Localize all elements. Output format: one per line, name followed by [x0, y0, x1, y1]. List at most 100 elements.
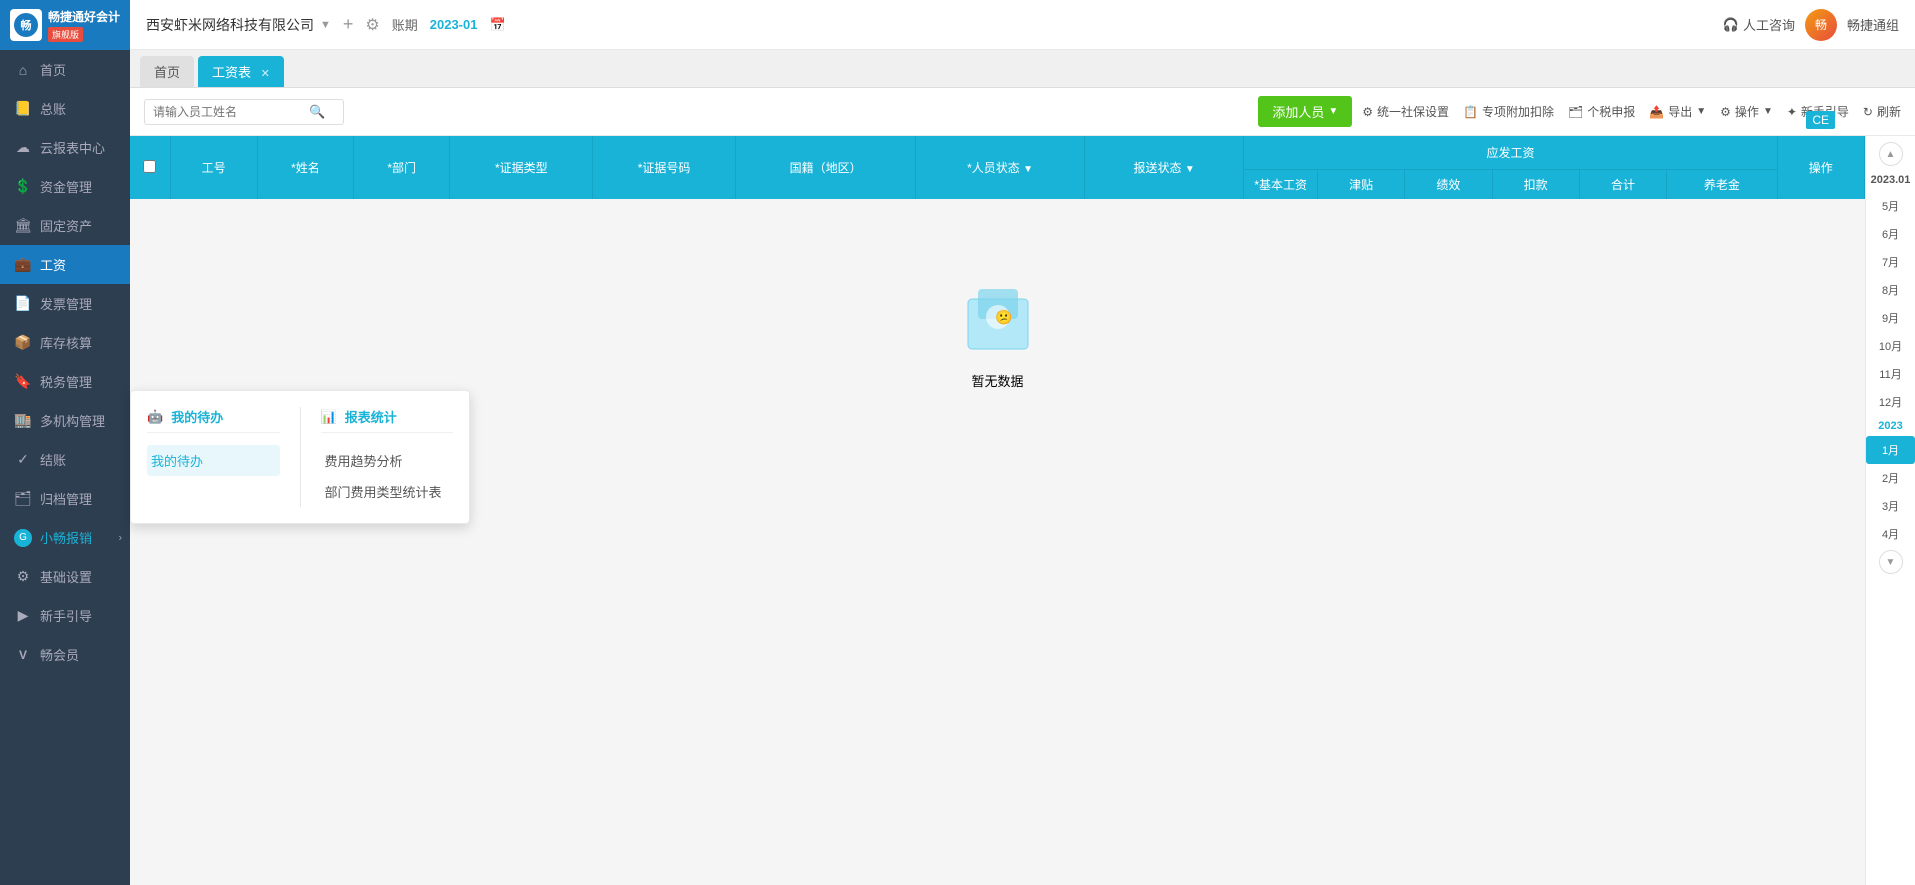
sidebar: 畅 畅捷通好会计 旗舰版 ⌂ 首页 📒 总账 ☁ 云报表中心 💲 资金管理 🏛 …	[0, 0, 130, 885]
sidebar-item-cloud-reports[interactable]: ☁ 云报表中心	[0, 128, 130, 167]
sidebar-item-label: 发票管理	[40, 294, 92, 313]
period-1[interactable]: 1月	[1866, 436, 1915, 464]
select-all-checkbox[interactable]	[143, 160, 156, 173]
sidebar-item-tax[interactable]: 🔖 税务管理	[0, 362, 130, 401]
star-icon: ✦	[1787, 105, 1797, 119]
headphone-icon: 🎧	[1723, 17, 1739, 33]
refresh-icon: ↻	[1863, 105, 1873, 119]
sidebar-item-home[interactable]: ⌂ 首页	[0, 50, 130, 89]
add-person-button[interactable]: 添加人员 ▼	[1258, 96, 1352, 127]
header-actions: 🎧 人工咨询 畅 畅捷通组	[1723, 9, 1899, 41]
period-5[interactable]: 5月	[1866, 192, 1915, 220]
period-label: 账期	[392, 15, 418, 34]
user-name: 畅捷通组	[1847, 15, 1899, 34]
sidebar-item-basic-settings[interactable]: ⚙ 基础设置	[0, 557, 130, 596]
settings-icon: ⚙	[14, 568, 32, 585]
org-icon: 🏬	[14, 412, 32, 429]
top-header: 西安虾米网络科技有限公司 ▼ + ⚙ 账期 2023-01 📅 🎧 人工咨询 畅…	[130, 0, 1915, 50]
dropdown-item-dept-expense[interactable]: 部门费用类型统计表	[321, 476, 454, 507]
app-logo[interactable]: 畅 畅捷通好会计 旗舰版	[0, 0, 130, 50]
export-btn[interactable]: 📤 导出 ▼	[1649, 103, 1706, 120]
table-header-row: 工号 *姓名 *部门 *证据类型 *证据号码 国籍（地区） *人员状态 ▼	[130, 136, 1865, 170]
dropdown-item-my-todo[interactable]: 我的待办	[147, 445, 280, 476]
inventory-icon: 📦	[14, 334, 32, 351]
search-box[interactable]: 🔍	[144, 99, 344, 125]
settings-icon[interactable]: ⚙	[365, 15, 379, 35]
company-selector[interactable]: 西安虾米网络科技有限公司 ▼	[146, 15, 331, 35]
col-total: 合计	[1579, 170, 1666, 200]
tab-home[interactable]: 首页	[140, 56, 194, 87]
payroll-table: 工号 *姓名 *部门 *证据类型 *证据号码 国籍（地区） *人员状态 ▼	[130, 136, 1865, 199]
dropdown-item-expense-trend[interactable]: 费用趋势分析	[321, 445, 454, 476]
tax-report-btn[interactable]: 🗂 个税申报	[1568, 103, 1635, 120]
ce-badge: CE	[1806, 111, 1835, 129]
sidebar-item-new-guide[interactable]: ▶ 新手引导	[0, 596, 130, 635]
sidebar-item-label: 固定资产	[40, 216, 92, 235]
period-11[interactable]: 11月	[1866, 360, 1915, 388]
payroll-icon: 💼	[14, 256, 32, 273]
period-4[interactable]: 4月	[1866, 520, 1915, 548]
sidebar-item-xiaochang[interactable]: G 小畅报销 ›	[0, 518, 130, 557]
period-value: 2023-01	[430, 17, 478, 32]
period-down-btn[interactable]: ▼	[1879, 550, 1903, 574]
sidebar-item-general-ledger[interactable]: 📒 总账	[0, 89, 130, 128]
close-tab-icon[interactable]: ✕	[261, 68, 270, 80]
col-checkbox[interactable]	[130, 136, 170, 199]
report-icon: 🗂	[1568, 105, 1583, 119]
col-bonus: 绩效	[1405, 170, 1492, 200]
period-6[interactable]: 6月	[1866, 220, 1915, 248]
sidebar-item-label: 畅会员	[40, 645, 79, 664]
period-10[interactable]: 10月	[1866, 332, 1915, 360]
sidebar-item-multi-org[interactable]: 🏬 多机构管理	[0, 401, 130, 440]
period-7[interactable]: 7月	[1866, 248, 1915, 276]
col-dept: *部门	[354, 136, 450, 199]
filter-icon[interactable]: ▼	[1185, 164, 1195, 175]
col-country: 国籍（地区）	[736, 136, 916, 199]
col-send-status: 报送状态 ▼	[1084, 136, 1243, 199]
sidebar-item-label: 首页	[40, 60, 66, 79]
app-badge: 旗舰版	[48, 27, 83, 42]
search-input[interactable]	[153, 105, 303, 119]
sidebar-item-label: 云报表中心	[40, 138, 105, 157]
settings-icon: ⚙	[1362, 105, 1373, 119]
period-8[interactable]: 8月	[1866, 276, 1915, 304]
social-security-btn[interactable]: ⚙ 统一社保设置	[1362, 103, 1449, 120]
refresh-btn[interactable]: ↻ 刷新	[1863, 103, 1901, 120]
gear-icon: ⚙	[1720, 105, 1731, 119]
tax-icon: 🔖	[14, 373, 32, 390]
sidebar-item-label: 小畅报销	[40, 528, 92, 547]
period-2[interactable]: 2月	[1866, 464, 1915, 492]
filter-icon[interactable]: ▼	[1023, 164, 1033, 175]
add-company-btn[interactable]: +	[343, 14, 354, 35]
period-9[interactable]: 9月	[1866, 304, 1915, 332]
col-id-no: *证据号码	[593, 136, 736, 199]
book-icon: 📒	[14, 100, 32, 117]
user-avatar[interactable]: 畅	[1805, 9, 1837, 41]
sidebar-item-invoice[interactable]: 📄 发票管理	[0, 284, 130, 323]
empty-text: 暂无数据	[971, 371, 1023, 390]
sidebar-item-fixed-assets[interactable]: 🏛 固定资产	[0, 206, 130, 245]
sidebar-item-membership[interactable]: V 畅会员	[0, 635, 130, 674]
archive-icon: 🗂	[14, 490, 32, 507]
sidebar-item-payroll[interactable]: 💼 工资	[0, 245, 130, 284]
sidebar-item-fund-mgmt[interactable]: 💲 资金管理	[0, 167, 130, 206]
customer-service-btn[interactable]: 🎧 人工咨询	[1723, 15, 1795, 34]
sidebar-item-inventory[interactable]: 📦 库存核算	[0, 323, 130, 362]
sidebar-item-checkout[interactable]: ✓ 结账	[0, 440, 130, 479]
period-3[interactable]: 3月	[1866, 492, 1915, 520]
sidebar-item-archive[interactable]: 🗂 归档管理	[0, 479, 130, 518]
calendar-icon[interactable]: 📅	[489, 17, 505, 33]
dropdown-menu: 🤖 我的待办 我的待办 📊 报表统计 费用趋势分析 部门费用类型统计表	[130, 390, 470, 524]
period-12[interactable]: 12月	[1866, 388, 1915, 416]
sidebar-item-label: 归档管理	[40, 489, 92, 508]
assets-icon: 🏛	[14, 217, 32, 234]
period-year-2023: 2023	[1876, 416, 1904, 436]
tab-payroll[interactable]: 工资表 ✕	[198, 56, 284, 87]
special-deduction-btn[interactable]: 📋 专项附加扣除	[1463, 103, 1554, 120]
operations-btn[interactable]: ⚙ 操作 ▼	[1720, 103, 1773, 120]
company-name: 西安虾米网络科技有限公司	[146, 15, 314, 35]
period-up-btn[interactable]: ▲	[1879, 142, 1903, 166]
sidebar-item-label: 结账	[40, 450, 66, 469]
period-sidebar: ▲ 2023.01 5月 6月 7月 8月 9月 10月 11月 12月 202…	[1865, 136, 1915, 885]
divider	[300, 407, 301, 507]
